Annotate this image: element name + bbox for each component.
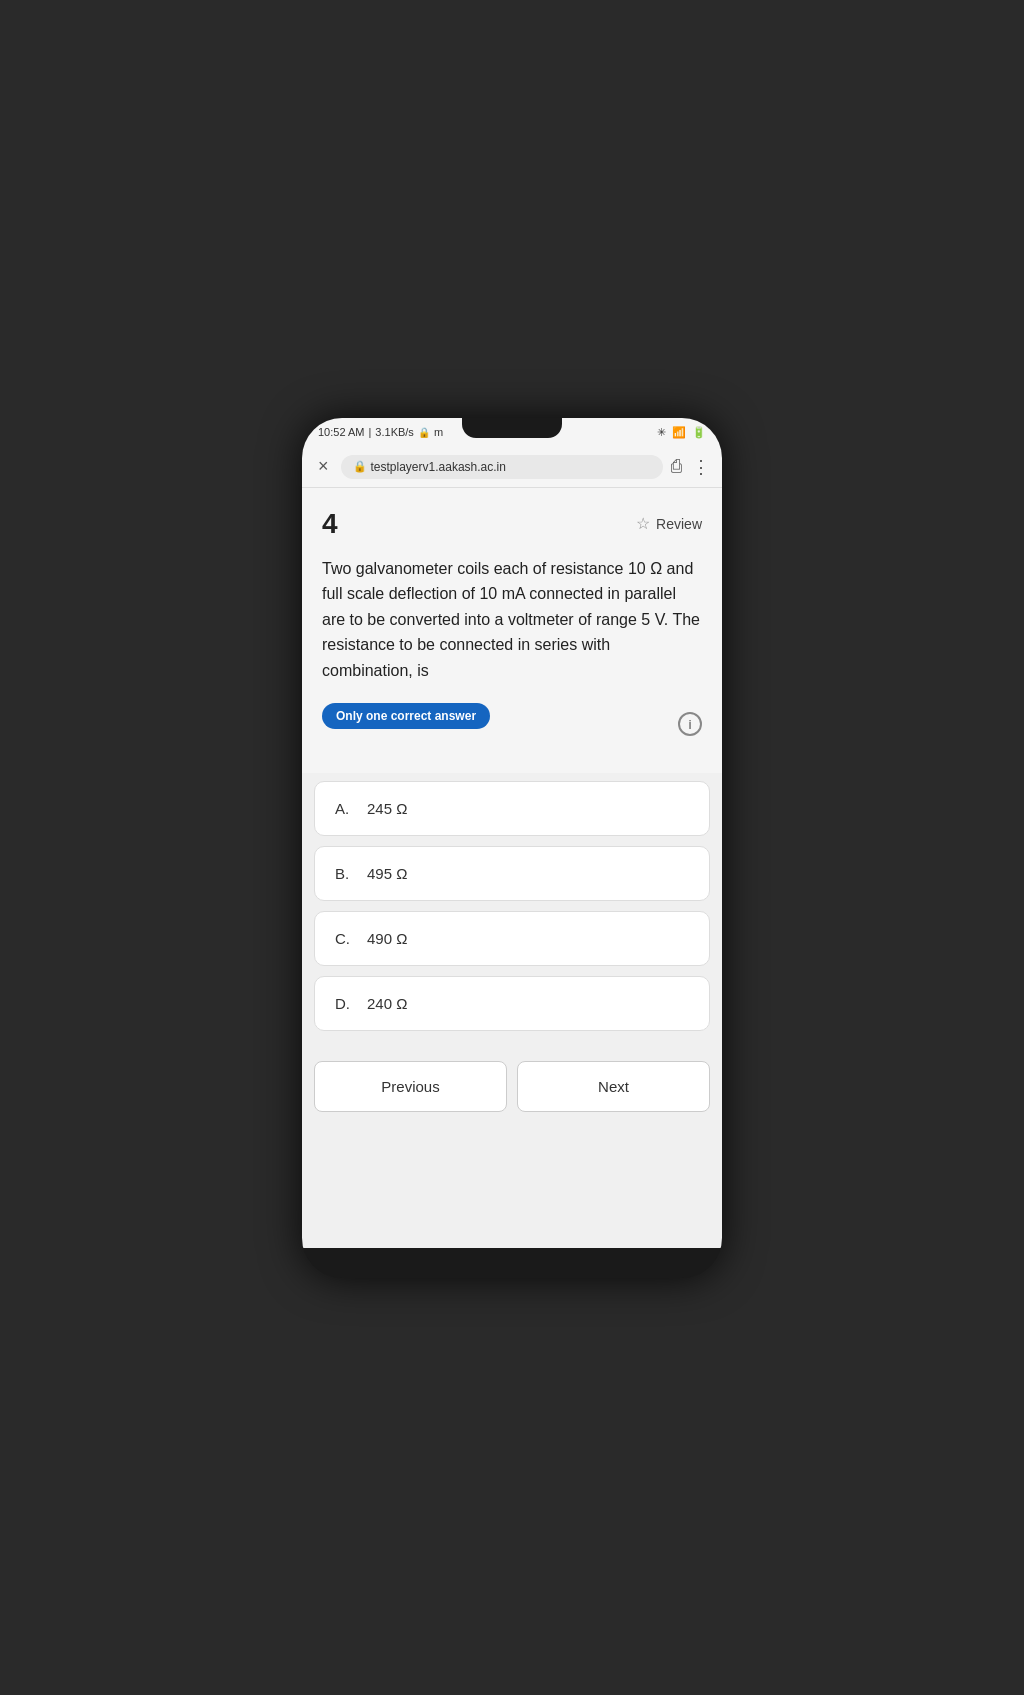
browser-actions: ⎙ ⋮ [671, 456, 710, 478]
option-d[interactable]: D. 240 Ω [314, 976, 710, 1031]
signal-icon: 📶 [672, 426, 686, 439]
share-icon[interactable]: ⎙ [671, 456, 682, 477]
star-icon: ☆ [636, 514, 650, 533]
nav-buttons: Previous Next [302, 1049, 722, 1124]
option-d-label: D. [335, 995, 355, 1012]
phone-frame: 10:52 AM | 3.1KB/s 🔒 m ✳ 📶 🔋 × 🔒 testpla… [302, 418, 722, 1278]
status-carrier: m [434, 426, 443, 438]
browser-url-bar[interactable]: 🔒 testplayerv1.aakash.ac.in [341, 455, 663, 479]
battery-icon: 🔋 [692, 426, 706, 439]
option-a[interactable]: A. 245 Ω [314, 781, 710, 836]
answer-type-badge: Only one correct answer [322, 703, 490, 729]
question-header: 4 ☆ Review [322, 508, 702, 540]
option-c[interactable]: C. 490 Ω [314, 911, 710, 966]
review-label: Review [656, 516, 702, 532]
question-number: 4 [322, 508, 338, 540]
badge-info-row: Only one correct answer i [322, 703, 702, 745]
option-b-text: 495 Ω [367, 865, 407, 882]
lock-icon: 🔒 [418, 427, 430, 438]
browser-bar: × 🔒 testplayerv1.aakash.ac.in ⎙ ⋮ [302, 447, 722, 488]
option-a-text: 245 Ω [367, 800, 407, 817]
url-text: testplayerv1.aakash.ac.in [371, 460, 506, 474]
status-separator: | [368, 426, 371, 438]
phone-notch [462, 418, 562, 438]
option-c-label: C. [335, 930, 355, 947]
option-a-label: A. [335, 800, 355, 817]
option-b[interactable]: B. 495 Ω [314, 846, 710, 901]
menu-icon[interactable]: ⋮ [692, 456, 710, 478]
question-text: Two galvanometer coils each of resistanc… [322, 556, 702, 684]
content-area: 4 ☆ Review Two galvanometer coils each o… [302, 488, 722, 1248]
status-right: ✳ 📶 🔋 [657, 426, 706, 439]
options-container: A. 245 Ω B. 495 Ω C. 490 Ω D. 240 Ω [302, 773, 722, 1049]
option-b-label: B. [335, 865, 355, 882]
info-icon[interactable]: i [678, 712, 702, 736]
option-c-text: 490 Ω [367, 930, 407, 947]
status-data: 3.1KB/s [375, 426, 414, 438]
review-button[interactable]: ☆ Review [636, 514, 702, 533]
lock-secure-icon: 🔒 [353, 460, 367, 473]
status-time: 10:52 AM [318, 426, 364, 438]
status-left: 10:52 AM | 3.1KB/s 🔒 m [318, 426, 443, 438]
question-container: 4 ☆ Review Two galvanometer coils each o… [302, 488, 722, 774]
option-d-text: 240 Ω [367, 995, 407, 1012]
next-button[interactable]: Next [517, 1061, 710, 1112]
previous-button[interactable]: Previous [314, 1061, 507, 1112]
bluetooth-icon: ✳ [657, 426, 666, 439]
browser-close-btn[interactable]: × [314, 456, 333, 477]
